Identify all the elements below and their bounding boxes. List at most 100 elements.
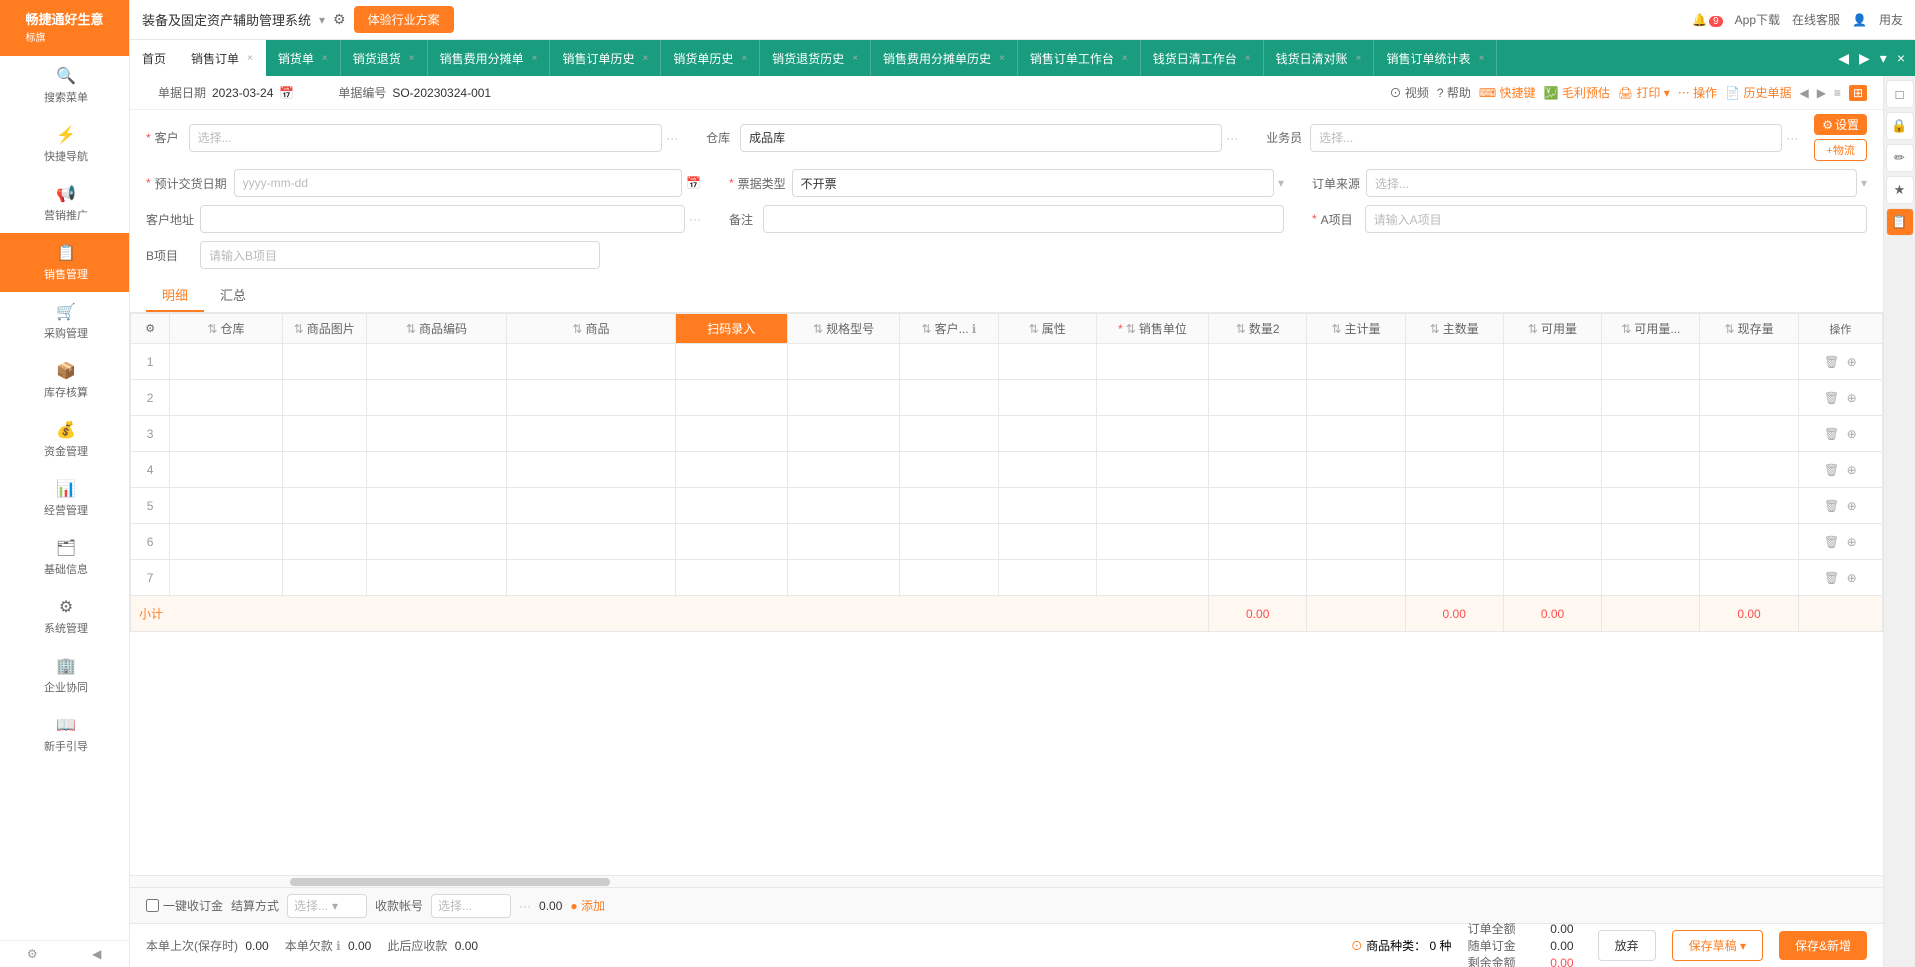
topbar-dropdown-arrow[interactable]: ▾ (319, 13, 325, 27)
sidebar-settings-btn[interactable]: ⚙ (0, 947, 65, 961)
operations-link[interactable]: ⋯ 操作 (1678, 84, 1717, 101)
tab-close-icon[interactable]: × (642, 53, 648, 64)
info-icon[interactable]: ℹ (972, 322, 977, 336)
sidebar-item-quick[interactable]: ⚡ 快捷导航 (0, 115, 129, 174)
cell-4-8[interactable] (998, 452, 1096, 488)
sort-icon[interactable]: ⇅ (406, 322, 416, 336)
copy-icon[interactable]: ⊕ (1847, 499, 1857, 513)
profit-link[interactable]: 💹 毛利预估 (1544, 84, 1610, 101)
order-source-input[interactable]: 选择... (1366, 169, 1857, 197)
one-click-checkbox-label[interactable]: 一键收订金 (146, 897, 223, 914)
rpanel-icon-5[interactable]: 📋 (1886, 208, 1914, 236)
cell-2-3[interactable] (366, 380, 506, 416)
tab-close-icon[interactable]: × (1122, 53, 1128, 64)
sort-icon[interactable]: ⇅ (1528, 322, 1538, 336)
address-input[interactable] (200, 205, 685, 233)
cell-ops-7[interactable]: 🗑 ⊕ (1798, 560, 1882, 596)
cell-7-9[interactable] (1096, 560, 1208, 596)
cell-5-3[interactable] (366, 488, 506, 524)
one-click-checkbox[interactable] (146, 899, 159, 912)
print-link[interactable]: 🖨 打印 ▾ (1618, 84, 1670, 101)
cell-3-9[interactable] (1096, 416, 1208, 452)
cell-4-4[interactable] (507, 452, 675, 488)
sort-icon[interactable]: ⇅ (921, 322, 931, 336)
invoice-input[interactable]: 不开票 (792, 169, 1274, 197)
cell-3-5[interactable] (675, 416, 787, 452)
cell-3-1[interactable] (170, 416, 282, 452)
cell-ops-4[interactable]: 🗑 ⊕ (1798, 452, 1882, 488)
account-select[interactable]: 选择... (431, 894, 511, 918)
sidebar-item-base[interactable]: 🗂 基础信息 (0, 528, 129, 587)
b-project-input[interactable]: 请输入B项目 (200, 241, 600, 269)
cell-7-7[interactable] (900, 560, 998, 596)
cell-6-11[interactable] (1307, 524, 1405, 560)
save-draft-dropdown-icon[interactable]: ▾ (1740, 939, 1746, 953)
delete-icon[interactable]: 🗑 (1824, 571, 1839, 585)
payment-dropdown-icon[interactable]: ▾ (332, 899, 338, 913)
cell-5-7[interactable] (900, 488, 998, 524)
cell-1-2[interactable] (282, 344, 366, 380)
table-row[interactable]: 4 🗑 ⊕ (131, 452, 1883, 488)
cell-6-9[interactable] (1096, 524, 1208, 560)
sort-icon[interactable]: ⇅ (207, 322, 217, 336)
delete-icon[interactable]: 🗑 (1824, 535, 1839, 549)
app-download-link[interactable]: App下载 (1735, 11, 1780, 28)
staff-more-icon[interactable]: ··· (1786, 131, 1798, 145)
cell-7-3[interactable] (366, 560, 506, 596)
tab-sales-order[interactable]: 销售订单 × (179, 40, 266, 76)
customer-more-icon[interactable]: ··· (666, 131, 678, 145)
cell-4-1[interactable] (170, 452, 282, 488)
cell-2-9[interactable] (1096, 380, 1208, 416)
cell-4-3[interactable] (366, 452, 506, 488)
cell-1-8[interactable] (998, 344, 1096, 380)
sort-icon[interactable]: ⇅ (1331, 322, 1341, 336)
cell-7-12[interactable] (1405, 560, 1503, 596)
copy-icon[interactable]: ⊕ (1847, 463, 1857, 477)
sort-icon[interactable]: ⇅ (1724, 322, 1734, 336)
cell-1-10[interactable] (1209, 344, 1307, 380)
table-row[interactable]: 2 🗑 ⊕ (131, 380, 1883, 416)
cell-ops-3[interactable]: 🗑 ⊕ (1798, 416, 1882, 452)
cell-ops-6[interactable]: 🗑 ⊕ (1798, 524, 1882, 560)
cell-3-14[interactable] (1602, 416, 1700, 452)
cell-3-11[interactable] (1307, 416, 1405, 452)
sort-icon[interactable]: ⇅ (1430, 322, 1440, 336)
sidebar-item-system[interactable]: ⚙ 系统管理 (0, 587, 129, 646)
industry-solution-btn[interactable]: 体验行业方案 (354, 6, 454, 33)
tab-close-icon[interactable]: × (741, 53, 747, 64)
tab-summary[interactable]: 汇总 (204, 279, 262, 312)
tab-home[interactable]: 首页 (130, 40, 179, 76)
cell-3-8[interactable] (998, 416, 1096, 452)
table-row[interactable]: 1 🗑 ⊕ (131, 344, 1883, 380)
cell-4-12[interactable] (1405, 452, 1503, 488)
copy-icon[interactable]: ⊕ (1847, 391, 1857, 405)
tab-close-icon[interactable]: × (999, 53, 1005, 64)
tab-close-icon[interactable]: × (1478, 53, 1484, 64)
tab-daily-clear-workbench[interactable]: 钱货日清工作台 × (1141, 40, 1264, 76)
tab-sales-order-history[interactable]: 销售订单历史 × (550, 40, 661, 76)
delete-icon[interactable]: 🗑 (1824, 391, 1839, 405)
account-more-icon[interactable]: ··· (519, 899, 531, 913)
cell-6-14[interactable] (1602, 524, 1700, 560)
copy-icon[interactable]: ⊕ (1847, 427, 1857, 441)
cell-6-2[interactable] (282, 524, 366, 560)
tab-return-history[interactable]: 销货退货历史 × (760, 40, 871, 76)
set-button[interactable]: ⚙ 设置 (1814, 114, 1867, 135)
cell-4-6[interactable] (787, 452, 899, 488)
sidebar-item-purchase[interactable]: 🛒 采购管理 (0, 292, 129, 351)
cell-1-4[interactable] (507, 344, 675, 380)
calendar-icon[interactable]: 📅 (279, 86, 294, 100)
view-toggle-list[interactable]: ≡ (1834, 86, 1841, 100)
cell-ops-5[interactable]: 🗑 ⊕ (1798, 488, 1882, 524)
tab-close-icon[interactable]: × (532, 53, 538, 64)
sidebar-item-sales[interactable]: 📋 销售管理 (0, 233, 129, 292)
staff-input[interactable]: 选择... (1310, 124, 1782, 152)
shortcut-link[interactable]: ⌨ 快捷键 (1479, 84, 1536, 101)
delete-icon[interactable]: 🗑 (1824, 355, 1839, 369)
cell-3-7[interactable] (900, 416, 998, 452)
address-more-icon[interactable]: ··· (689, 212, 701, 226)
cell-5-12[interactable] (1405, 488, 1503, 524)
discard-button[interactable]: 放弃 (1598, 930, 1656, 961)
cell-2-15[interactable] (1700, 380, 1798, 416)
info-icon[interactable]: ℹ (336, 939, 341, 953)
